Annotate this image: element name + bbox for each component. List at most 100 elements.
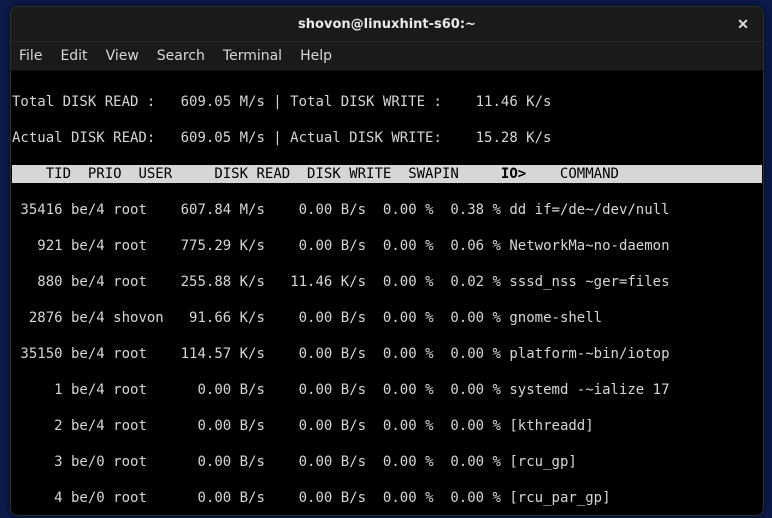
menu-search[interactable]: Search (157, 48, 205, 64)
terminal-output[interactable]: Total DISK READ : 609.05 M/s | Total DIS… (11, 71, 763, 515)
table-row: 2876 be/4 shovon 91.66 K/s 0.00 B/s 0.00… (12, 309, 762, 327)
cell-user: root (105, 454, 164, 470)
cell-user: root (105, 274, 164, 290)
cell-read: 0.00 B/s (164, 382, 265, 398)
menu-help[interactable]: Help (300, 48, 332, 64)
table-row: 4 be/0 root 0.00 B/s 0.00 B/s 0.00 % 0.0… (12, 489, 762, 507)
summary-line-1: Total DISK READ : 609.05 M/s | Total DIS… (12, 93, 762, 111)
cell-tid: 921 (12, 238, 63, 254)
table-row: 880 be/4 root 255.88 K/s 11.46 K/s 0.00 … (12, 273, 762, 291)
cell-io: 0.00 % (434, 454, 501, 470)
cell-read: 91.66 K/s (164, 310, 265, 326)
col-diskread: DISK READ (172, 166, 290, 182)
cell-command: gnome-shell (501, 310, 602, 326)
cell-write: 11.46 K/s (265, 274, 366, 290)
cell-swapin: 0.00 % (366, 346, 433, 362)
cell-user: root (105, 418, 164, 434)
cell-write: 0.00 B/s (265, 238, 366, 254)
cell-prio: be/0 (63, 454, 105, 470)
cell-tid: 35150 (12, 346, 63, 362)
actual-write-value: 15.28 K/s (442, 130, 552, 146)
cell-tid: 2 (12, 418, 63, 434)
cell-prio: be/4 (63, 202, 105, 218)
cell-io: 0.06 % (434, 238, 501, 254)
cell-prio: be/4 (63, 418, 105, 434)
cell-user: shovon (105, 310, 164, 326)
cell-read: 0.00 B/s (164, 454, 265, 470)
cell-prio: be/4 (63, 310, 105, 326)
actual-write-label: Actual DISK WRITE: (290, 130, 442, 146)
cell-read: 775.29 K/s (164, 238, 265, 254)
cell-io: 0.00 % (434, 346, 501, 362)
titlebar[interactable]: shovon@linuxhint-s60:~ ✕ (11, 7, 763, 42)
cell-command: platform-~bin/iotop (501, 346, 670, 362)
close-icon[interactable]: ✕ (733, 14, 753, 34)
window-title: shovon@linuxhint-s60:~ (298, 17, 476, 32)
total-write-label: Total DISK WRITE : (290, 94, 442, 110)
cell-read: 114.57 K/s (164, 346, 265, 362)
cell-io: 0.38 % (434, 202, 501, 218)
table-row: 35416 be/4 root 607.84 M/s 0.00 B/s 0.00… (12, 201, 762, 219)
cell-command: dd if=/de~/dev/null (501, 202, 670, 218)
col-swapin: SWAPIN (391, 166, 458, 182)
cell-prio: be/4 (63, 382, 105, 398)
col-io-sorted: IO> (459, 166, 526, 182)
cell-swapin: 0.00 % (366, 274, 433, 290)
cell-io: 0.00 % (434, 418, 501, 434)
col-user: USER (122, 166, 173, 182)
cell-tid: 4 (12, 490, 63, 506)
table-row: 35150 be/4 root 114.57 K/s 0.00 B/s 0.00… (12, 345, 762, 363)
cell-write: 0.00 B/s (265, 454, 366, 470)
cell-swapin: 0.00 % (366, 490, 433, 506)
cell-command: [rcu_par_gp] (501, 490, 611, 506)
cell-write: 0.00 B/s (265, 310, 366, 326)
menu-view[interactable]: View (106, 48, 139, 64)
cell-read: 0.00 B/s (164, 418, 265, 434)
table-row: 921 be/4 root 775.29 K/s 0.00 B/s 0.00 %… (12, 237, 762, 255)
cell-write: 0.00 B/s (265, 382, 366, 398)
col-prio: PRIO (71, 166, 122, 182)
cell-command: systemd -~ialize 17 (501, 382, 670, 398)
cell-read: 607.84 M/s (164, 202, 265, 218)
cell-swapin: 0.00 % (366, 202, 433, 218)
cell-command: [kthreadd] (501, 418, 594, 434)
cell-command: NetworkMa~no-daemon (501, 238, 670, 254)
cell-user: root (105, 238, 164, 254)
table-row: 1 be/4 root 0.00 B/s 0.00 B/s 0.00 % 0.0… (12, 381, 762, 399)
cell-tid: 3 (12, 454, 63, 470)
cell-tid: 880 (12, 274, 63, 290)
cell-swapin: 0.00 % (366, 238, 433, 254)
cell-user: root (105, 490, 164, 506)
cell-tid: 2876 (12, 310, 63, 326)
terminal-window: shovon@linuxhint-s60:~ ✕ File Edit View … (10, 6, 764, 516)
cell-write: 0.00 B/s (265, 418, 366, 434)
total-write-value: 11.46 K/s (442, 94, 552, 110)
col-command: COMMAND (526, 166, 703, 182)
cell-write: 0.00 B/s (265, 346, 366, 362)
cell-swapin: 0.00 % (366, 454, 433, 470)
cell-user: root (105, 346, 164, 362)
cell-swapin: 0.00 % (366, 418, 433, 434)
cell-command: [rcu_gp] (501, 454, 577, 470)
menu-file[interactable]: File (19, 48, 42, 64)
cell-io: 0.00 % (434, 490, 501, 506)
actual-read-value: 609.05 M/s (155, 130, 265, 146)
cell-io: 0.02 % (434, 274, 501, 290)
cell-swapin: 0.00 % (366, 382, 433, 398)
cell-read: 255.88 K/s (164, 274, 265, 290)
cell-command: sssd_nss ~ger=files (501, 274, 670, 290)
cell-io: 0.00 % (434, 310, 501, 326)
menu-terminal[interactable]: Terminal (223, 48, 282, 64)
actual-read-label: Actual DISK READ: (12, 130, 155, 146)
total-read-value: 609.05 M/s (155, 94, 265, 110)
cell-write: 0.00 B/s (265, 490, 366, 506)
cell-write: 0.00 B/s (265, 202, 366, 218)
col-tid: TID (12, 166, 71, 182)
column-header-row: TID PRIO USER DISK READ DISK WRITE SWAPI… (12, 165, 762, 183)
process-rows: 35416 be/4 root 607.84 M/s 0.00 B/s 0.00… (12, 201, 762, 515)
cell-tid: 35416 (12, 202, 63, 218)
table-row: 2 be/4 root 0.00 B/s 0.00 B/s 0.00 % 0.0… (12, 417, 762, 435)
menu-edit[interactable]: Edit (60, 48, 87, 64)
cell-user: root (105, 202, 164, 218)
menubar: File Edit View Search Terminal Help (11, 42, 763, 71)
